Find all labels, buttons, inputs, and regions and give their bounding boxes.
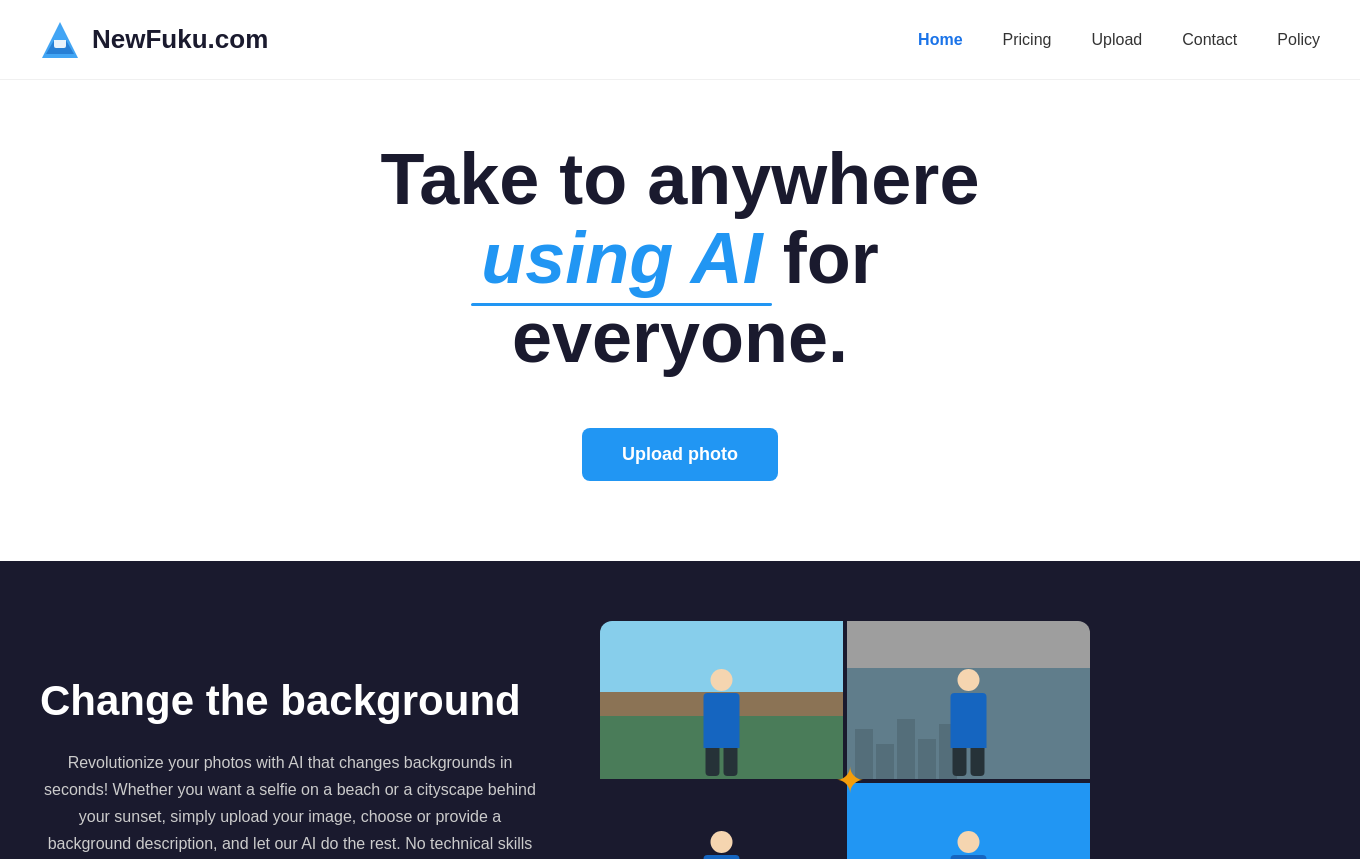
person-head-2: [958, 669, 980, 691]
main-nav: Home Pricing Upload Contact Policy: [918, 31, 1320, 49]
nav-pricing[interactable]: Pricing: [1003, 31, 1052, 49]
person-body-3: [704, 855, 740, 859]
building-4: [918, 739, 936, 779]
person-silhouette-1: [699, 669, 744, 779]
person-body-1: [704, 693, 740, 748]
person-body-4: [951, 855, 987, 859]
person-leg-left-2: [953, 748, 967, 776]
photo-street: [600, 783, 843, 859]
person-leg-right-2: [971, 748, 985, 776]
hero-title-line1: Take to anywhere: [381, 139, 980, 219]
newfuku-logo-icon: [40, 20, 80, 60]
person-silhouette-3: [699, 831, 744, 859]
person-legs-1: [699, 748, 744, 776]
person-head-4: [958, 831, 980, 853]
person-body-2: [951, 693, 987, 748]
person-leg-right-1: [724, 748, 738, 776]
person-legs-2: [946, 748, 991, 776]
person-head-3: [711, 831, 733, 853]
photo-original: [600, 621, 843, 779]
nav-home[interactable]: Home: [918, 31, 962, 49]
feature-text-block: Change the background Revolutionize your…: [40, 677, 540, 859]
nav-policy[interactable]: Policy: [1277, 31, 1320, 49]
logo-area: NewFuku.com: [40, 20, 268, 60]
person-leg-left-1: [706, 748, 720, 776]
photo-grid: [600, 621, 1090, 859]
feature-description: Revolutionize your photos with AI that c…: [40, 749, 540, 859]
svg-marker-3: [52, 26, 68, 40]
building-3: [897, 719, 915, 779]
header: NewFuku.com Home Pricing Upload Contact …: [0, 0, 1360, 80]
photo-city: [847, 621, 1090, 779]
hero-title-highlight: using AI: [481, 219, 762, 298]
nav-upload[interactable]: Upload: [1091, 31, 1142, 49]
person-head-1: [711, 669, 733, 691]
building-2: [876, 744, 894, 779]
hero-section: Take to anywhere using AI foreveryone. U…: [0, 80, 1360, 561]
nav-contact[interactable]: Contact: [1182, 31, 1237, 49]
photo-nature: [847, 783, 1090, 859]
person-silhouette-4: [946, 831, 991, 859]
feature-image-area: ✦: [600, 621, 1100, 859]
feature-heading: Change the background: [40, 677, 540, 725]
logo-text: NewFuku.com: [92, 24, 268, 55]
hero-title: Take to anywhere using AI foreveryone.: [40, 140, 1320, 378]
photo-grid-wrapper: ✦: [600, 621, 1100, 859]
transform-icon: ✦: [835, 760, 865, 802]
person-silhouette-2: [946, 669, 991, 779]
feature-section: Change the background Revolutionize your…: [0, 561, 1360, 859]
upload-photo-button[interactable]: Upload photo: [582, 428, 778, 481]
